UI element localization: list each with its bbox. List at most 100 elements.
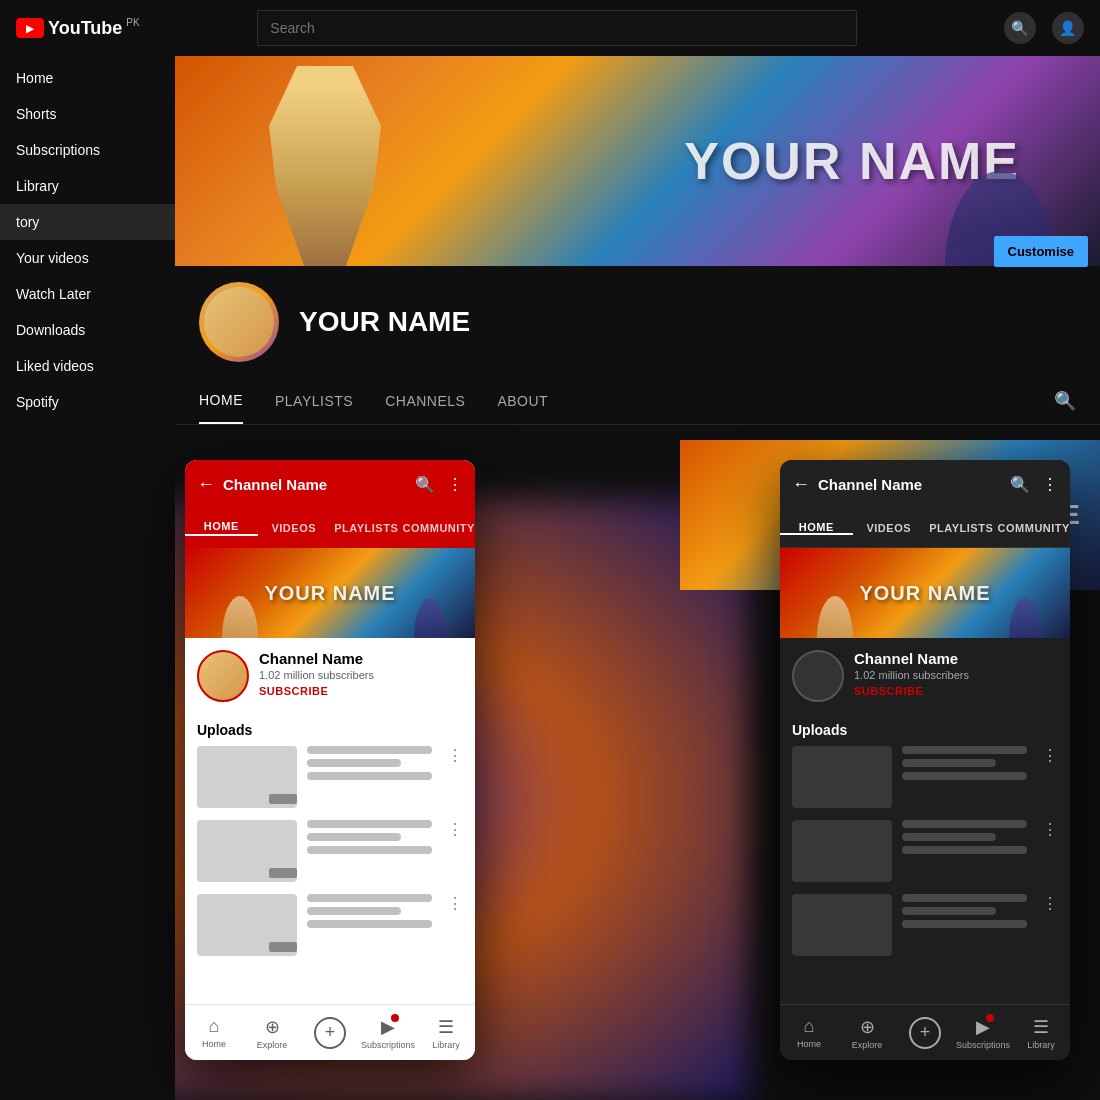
phone-right-nav-home[interactable]: ⌂ Home — [780, 1005, 838, 1060]
phone-left-tab-home[interactable]: HOME — [185, 520, 258, 536]
phone-left-header-icons: 🔍 ⋮ — [415, 475, 463, 494]
phone-left-library-label: Library — [432, 1040, 460, 1050]
phone-right-home-label: Home — [797, 1039, 821, 1049]
tab-search-icon[interactable]: 🔍 — [1054, 390, 1076, 412]
phone-left-line-1c — [307, 772, 432, 780]
search-icon-btn[interactable]: 🔍 — [1004, 12, 1036, 44]
phone-left-nav-add[interactable]: + — [301, 1005, 359, 1060]
phone-left-video-dots-3[interactable]: ⋮ — [447, 894, 463, 913]
phone-right-explore-icon: ⊕ — [860, 1016, 875, 1038]
sidebar-item-history[interactable]: tory — [0, 204, 175, 240]
phone-left-video-dots-2[interactable]: ⋮ — [447, 820, 463, 839]
logo-area: ▶ YouTube PK — [16, 18, 176, 39]
phone-left-nav-home[interactable]: ⌂ Home — [185, 1005, 243, 1060]
channel-banner: YOUR NAME — [175, 56, 1100, 266]
phone-left-explore-icon: ⊕ — [265, 1016, 280, 1038]
phone-left-video-dots-1[interactable]: ⋮ — [447, 746, 463, 765]
phone-right-tab-videos[interactable]: VIDEOS — [853, 522, 926, 534]
phone-right-line-1c — [902, 772, 1027, 780]
header-icons: 🔍 👤 — [1004, 12, 1084, 44]
phone-left-more-icon[interactable]: ⋮ — [447, 475, 463, 494]
phone-right-nav-explore[interactable]: ⊕ Explore — [838, 1005, 896, 1060]
phone-left-tab-community[interactable]: COMMUNITY — [403, 522, 476, 534]
phone-left-avatar — [197, 650, 249, 702]
phone-right-subscribe-btn[interactable]: SUBSCRIBE — [854, 685, 969, 697]
phone-left-search-icon[interactable]: 🔍 — [415, 475, 435, 494]
channel-avatar — [199, 282, 279, 362]
phone-left-subscribe-btn[interactable]: SUBSCRIBE — [259, 685, 374, 697]
phone-right-banner-text: YOUR NAME — [859, 582, 990, 605]
phone-right-video-dots-1[interactable]: ⋮ — [1042, 746, 1058, 765]
phone-left-explore-label: Explore — [257, 1040, 288, 1050]
phone-left-thumb-badge-3 — [269, 942, 297, 952]
phone-left-line-1a — [307, 746, 432, 754]
phone-right-more-icon[interactable]: ⋮ — [1042, 475, 1058, 494]
phone-left-bottom-nav: ⌂ Home ⊕ Explore + ▶ Subscriptions ☰ Lib… — [185, 1004, 475, 1060]
phone-left-tab-videos[interactable]: VIDEOS — [258, 522, 331, 534]
phone-left-video-3: ⋮ — [197, 894, 463, 956]
phone-left-notification-dot — [391, 1014, 399, 1022]
sidebar-item-subscriptions[interactable]: Subscriptions — [0, 132, 175, 168]
phone-left-thumb-badge-1 — [269, 794, 297, 804]
sidebar-item-shorts[interactable]: Shorts — [0, 96, 175, 132]
phone-left-line-3c — [307, 920, 432, 928]
phone-right-library-icon: ☰ — [1033, 1016, 1049, 1038]
sidebar-item-home[interactable]: Home — [0, 60, 175, 96]
phone-right-nav-add[interactable]: + — [896, 1005, 954, 1060]
phone-right-nav-library[interactable]: ☰ Library — [1012, 1005, 1070, 1060]
sidebar-item-library[interactable]: Library — [0, 168, 175, 204]
phone-left-tab-playlists[interactable]: PLAYLISTS — [330, 522, 403, 534]
phone-right-meta-3 — [902, 894, 1058, 933]
phone-left-meta-2 — [307, 820, 463, 859]
tab-about[interactable]: ABOUT — [497, 379, 548, 423]
header: ▶ YouTube PK 🔍 👤 — [0, 0, 1100, 56]
phone-right-explore-label: Explore — [852, 1040, 883, 1050]
phone-right-home-icon: ⌂ — [804, 1016, 815, 1037]
phone-left-line-2b — [307, 833, 401, 841]
search-bar[interactable] — [257, 10, 857, 46]
customize-button[interactable]: Customise — [994, 236, 1088, 267]
phone-left-channel-name-text: Channel Name — [259, 650, 374, 667]
phone-right-line-3c — [902, 920, 1027, 928]
tab-playlists[interactable]: PLAYLISTS — [275, 379, 353, 423]
sidebar-item-watch-later[interactable]: Watch Later — [0, 276, 175, 312]
phone-right-nav-subscriptions[interactable]: ▶ Subscriptions — [954, 1005, 1012, 1060]
phone-left-mockup: ← Channel Name 🔍 ⋮ HOME VIDEOS PLAYLISTS… — [185, 460, 475, 1060]
sidebar-item-downloads[interactable]: Downloads — [0, 312, 175, 348]
search-input[interactable] — [270, 20, 844, 36]
phone-left-line-3a — [307, 894, 432, 902]
phone-left-nav-explore[interactable]: ⊕ Explore — [243, 1005, 301, 1060]
phone-right-channel-name-text: Channel Name — [854, 650, 969, 667]
youtube-logo: ▶ YouTube — [16, 18, 122, 39]
sidebar-item-spotify[interactable]: Spotify — [0, 384, 175, 420]
channel-title: YOUR NAME — [299, 306, 1076, 338]
phone-right-bottom-nav: ⌂ Home ⊕ Explore + ▶ Subscriptions ☰ Lib… — [780, 1004, 1070, 1060]
youtube-icon: ▶ — [16, 18, 44, 38]
phone-left-banner-fig-left — [215, 553, 265, 638]
sidebar-item-liked-videos[interactable]: Liked videos — [0, 348, 175, 384]
phone-left-back-icon[interactable]: ← — [197, 474, 215, 495]
phone-left-home-icon: ⌂ — [209, 1016, 220, 1037]
channel-name-area: YOUR NAME — [299, 306, 1076, 338]
phone-right-video-dots-3[interactable]: ⋮ — [1042, 894, 1058, 913]
phone-left-video-1: ⋮ — [197, 746, 463, 808]
phone-right-tab-community[interactable]: COMMUNITY — [998, 522, 1071, 534]
phone-right-tab-home[interactable]: HOME — [780, 521, 853, 535]
tab-channels[interactable]: CHANNELS — [385, 379, 465, 423]
phone-left-nav-library[interactable]: ☰ Library — [417, 1005, 475, 1060]
avatar-icon-btn[interactable]: 👤 — [1052, 12, 1084, 44]
phone-left-uploads: Uploads ⋮ ⋮ — [185, 714, 475, 956]
phone-right-library-label: Library — [1027, 1040, 1055, 1050]
country-label: PK — [126, 17, 139, 28]
phone-right-video-dots-2[interactable]: ⋮ — [1042, 820, 1058, 839]
phone-right-line-3b — [902, 907, 996, 915]
sidebar-item-your-videos[interactable]: Your videos — [0, 240, 175, 276]
phone-left-nav-subscriptions[interactable]: ▶ Subscriptions — [359, 1005, 417, 1060]
phone-right-back-icon[interactable]: ← — [792, 474, 810, 495]
banner-figure-left — [225, 66, 425, 266]
phone-right-meta-1 — [902, 746, 1058, 785]
tab-home[interactable]: HOME — [199, 378, 243, 424]
phone-right-search-icon[interactable]: 🔍 — [1010, 475, 1030, 494]
phone-right-banner: YOUR NAME — [780, 548, 1070, 638]
phone-right-tab-playlists[interactable]: PLAYLISTS — [925, 522, 998, 534]
